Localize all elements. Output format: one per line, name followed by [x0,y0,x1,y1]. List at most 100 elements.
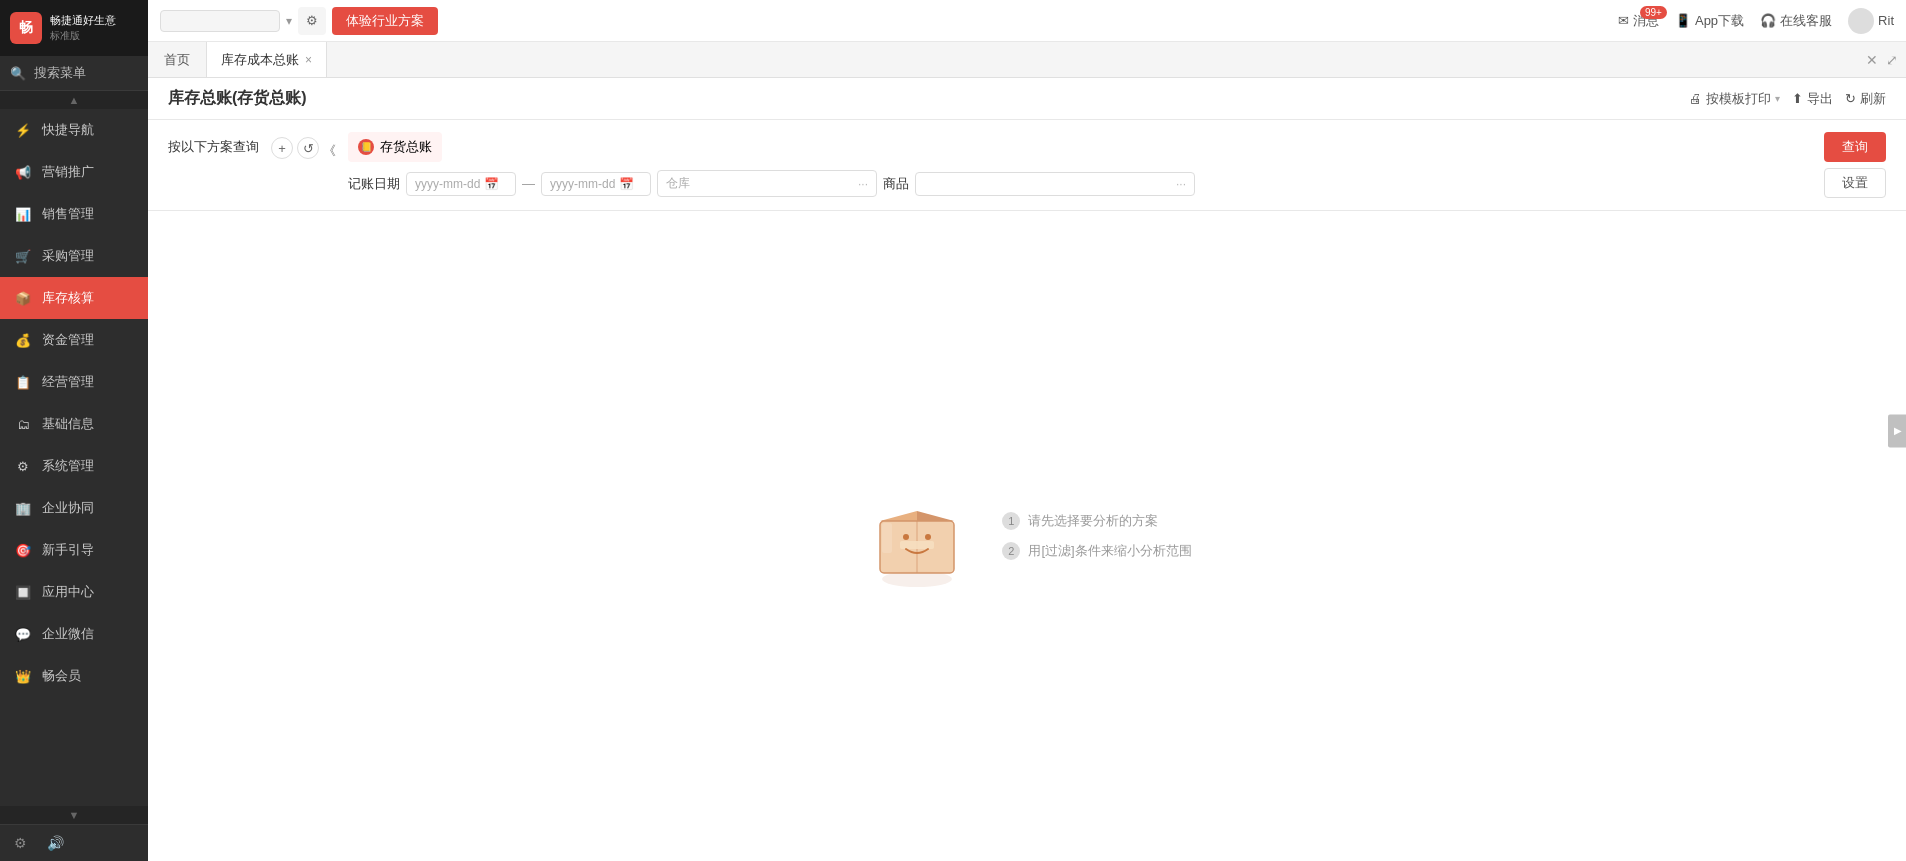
print-label: 按模板打印 [1706,90,1771,108]
sidebar-item-basic[interactable]: 🗂 基础信息 [0,403,148,445]
print-dropdown-icon: ▾ [1775,93,1780,104]
date-end-input[interactable]: yyyy-mm-dd 📅 [541,172,651,196]
empty-state-icon [862,481,972,591]
date-field-label: 记账日期 [348,175,400,193]
messages-btn[interactable]: ✉ 消息 99+ [1618,12,1659,30]
export-btn[interactable]: ⬆ 导出 [1792,90,1833,108]
industry-solution-btn[interactable]: 体验行业方案 [332,7,438,35]
search-menu[interactable]: 🔍 搜索菜单 [0,56,148,91]
export-label: 导出 [1807,90,1833,108]
empty-tip-2: 2 用[过滤]条件来缩小分析范围 [1002,542,1191,560]
sidebar-footer: ⚙ 🔊 [0,824,148,861]
sidebar-item-quick-nav[interactable]: ⚡ 快捷导航 [0,109,148,151]
sidebar-item-corp[interactable]: 🏢 企业协同 [0,487,148,529]
sidebar-scroll-up[interactable]: ▲ [0,91,148,109]
sidebar-item-label: 畅会员 [42,667,81,685]
sidebar-item-label: 营销推广 [42,163,94,181]
sidebar-item-label: 采购管理 [42,247,94,265]
tip-text-2: 用[过滤]条件来缩小分析范围 [1028,542,1191,560]
sidebar-item-label: 经营管理 [42,373,94,391]
guide-icon: 🎯 [14,543,32,558]
breadcrumb-input[interactable] [160,10,280,32]
refresh-btn[interactable]: ↻ 刷新 [1845,90,1886,108]
warehouse-select[interactable]: 仓库 ··· [657,170,877,197]
tab-bar-expand-btn[interactable]: ⤢ [1886,52,1898,68]
sidebar-item-operations[interactable]: 📋 经营管理 [0,361,148,403]
messages-badge: 99+ [1640,6,1667,19]
filter-reset-btn[interactable]: ↺ [297,137,319,159]
sidebar-item-inventory[interactable]: 📦 库存核算 [0,277,148,319]
sidebar-item-marketing[interactable]: 📢 营销推广 [0,151,148,193]
goods-select[interactable]: ··· [915,172,1195,196]
online-service-btn[interactable]: 🎧 在线客服 [1760,12,1832,30]
empty-area: 1 请先选择要分析的方案 2 用[过滤]条件来缩小分析范围 [148,211,1906,861]
sidebar-item-label: 企业协同 [42,499,94,517]
tab-bar: 首页 库存成本总账 × ✕ ⤢ [148,42,1906,78]
tab-home[interactable]: 首页 [148,42,207,77]
settings-outline-btn[interactable]: 设置 [1824,168,1886,198]
reset-icon: ↺ [303,141,314,156]
app-download-btn[interactable]: 📱 App下载 [1675,12,1744,30]
query-btn[interactable]: 查询 [1824,132,1886,162]
empty-content: 1 请先选择要分析的方案 2 用[过滤]条件来缩小分析范围 [862,481,1191,591]
sidebar-item-wechat[interactable]: 💬 企业微信 [0,613,148,655]
filter-panel: 按以下方案查询 + ↺ 《 📒 存货总账 [148,120,1906,211]
apps-icon: 🔲 [14,585,32,600]
footer-speaker-btn[interactable]: 🔊 [47,835,64,851]
goods-more-icon: ··· [1176,177,1186,191]
header-right: ✉ 消息 99+ 📱 App下载 🎧 在线客服 Rit [1618,8,1894,34]
page-header-actions: 🖨 按模板打印 ▾ ⬆ 导出 ↻ 刷新 [1689,90,1886,108]
tab-inventory-ledger[interactable]: 库存成本总账 × [207,42,327,77]
operations-icon: 📋 [14,375,32,390]
sidebar-item-member[interactable]: 👑 畅会员 [0,655,148,697]
footer-settings-btn[interactable]: ⚙ [14,835,27,851]
date-separator: — [522,176,535,191]
sidebar-item-purchase[interactable]: 🛒 采购管理 [0,235,148,277]
tab-close-btn[interactable]: × [305,53,312,67]
page-title: 库存总账(存货总账) [168,88,307,109]
svg-point-8 [925,534,931,540]
search-menu-label: 搜索菜单 [34,64,86,82]
filter-label: 按以下方案查询 [168,132,259,156]
goods-field-label: 商品 [883,175,909,193]
header-settings-icon-btn[interactable]: ⚙ [298,7,326,35]
finance-icon: 💰 [14,333,32,348]
logo-subtitle: 标准版 [50,29,116,43]
refresh-label: 刷新 [1860,90,1886,108]
sidebar-item-apps[interactable]: 🔲 应用中心 [0,571,148,613]
corp-icon: 🏢 [14,501,32,516]
sidebar-scroll-down[interactable]: ▼ [0,806,148,824]
side-collapse-btn[interactable]: ▶ [1888,414,1906,447]
scheme-item-inventory-ledger[interactable]: 📒 存货总账 [348,132,442,162]
search-icon: 🔍 [10,66,26,81]
sidebar-item-sales[interactable]: 📊 销售管理 [0,193,148,235]
empty-tips: 1 请先选择要分析的方案 2 用[过滤]条件来缩小分析范围 [1002,512,1191,560]
empty-tip-1: 1 请先选择要分析的方案 [1002,512,1191,530]
svg-marker-2 [880,511,917,521]
warehouse-label: 仓库 [666,175,690,192]
sidebar-item-label: 基础信息 [42,415,94,433]
tip-text-1: 请先选择要分析的方案 [1028,512,1158,530]
headset-icon: 🎧 [1760,13,1776,28]
sidebar-item-finance[interactable]: 💰 资金管理 [0,319,148,361]
date-start-input[interactable]: yyyy-mm-dd 📅 [406,172,516,196]
sidebar-item-label: 快捷导航 [42,121,94,139]
date-end-placeholder: yyyy-mm-dd [550,177,615,191]
sidebar-item-label: 销售管理 [42,205,94,223]
filter-right-btns: 查询 设置 [1824,132,1886,198]
sidebar-item-label: 新手引导 [42,541,94,559]
sidebar-item-label: 资金管理 [42,331,94,349]
svg-point-7 [903,534,909,540]
filter-collapse-btn[interactable]: 《 [323,136,336,160]
svg-rect-9 [882,523,892,553]
page-header: 库存总账(存货总账) 🖨 按模板打印 ▾ ⬆ 导出 ↻ 刷新 [148,78,1906,120]
tab-bar-close-btn[interactable]: ✕ [1866,52,1878,68]
sidebar-item-guide[interactable]: 🎯 新手引导 [0,529,148,571]
tip-num-1: 1 [1002,512,1020,530]
sidebar-item-system[interactable]: ⚙ 系统管理 [0,445,148,487]
user-area[interactable]: Rit [1848,8,1894,34]
breadcrumb-dropdown-btn[interactable]: ▾ [286,14,292,28]
print-btn[interactable]: 🖨 按模板打印 ▾ [1689,90,1780,108]
filter-add-btn[interactable]: + [271,137,293,159]
system-icon: ⚙ [14,459,32,474]
